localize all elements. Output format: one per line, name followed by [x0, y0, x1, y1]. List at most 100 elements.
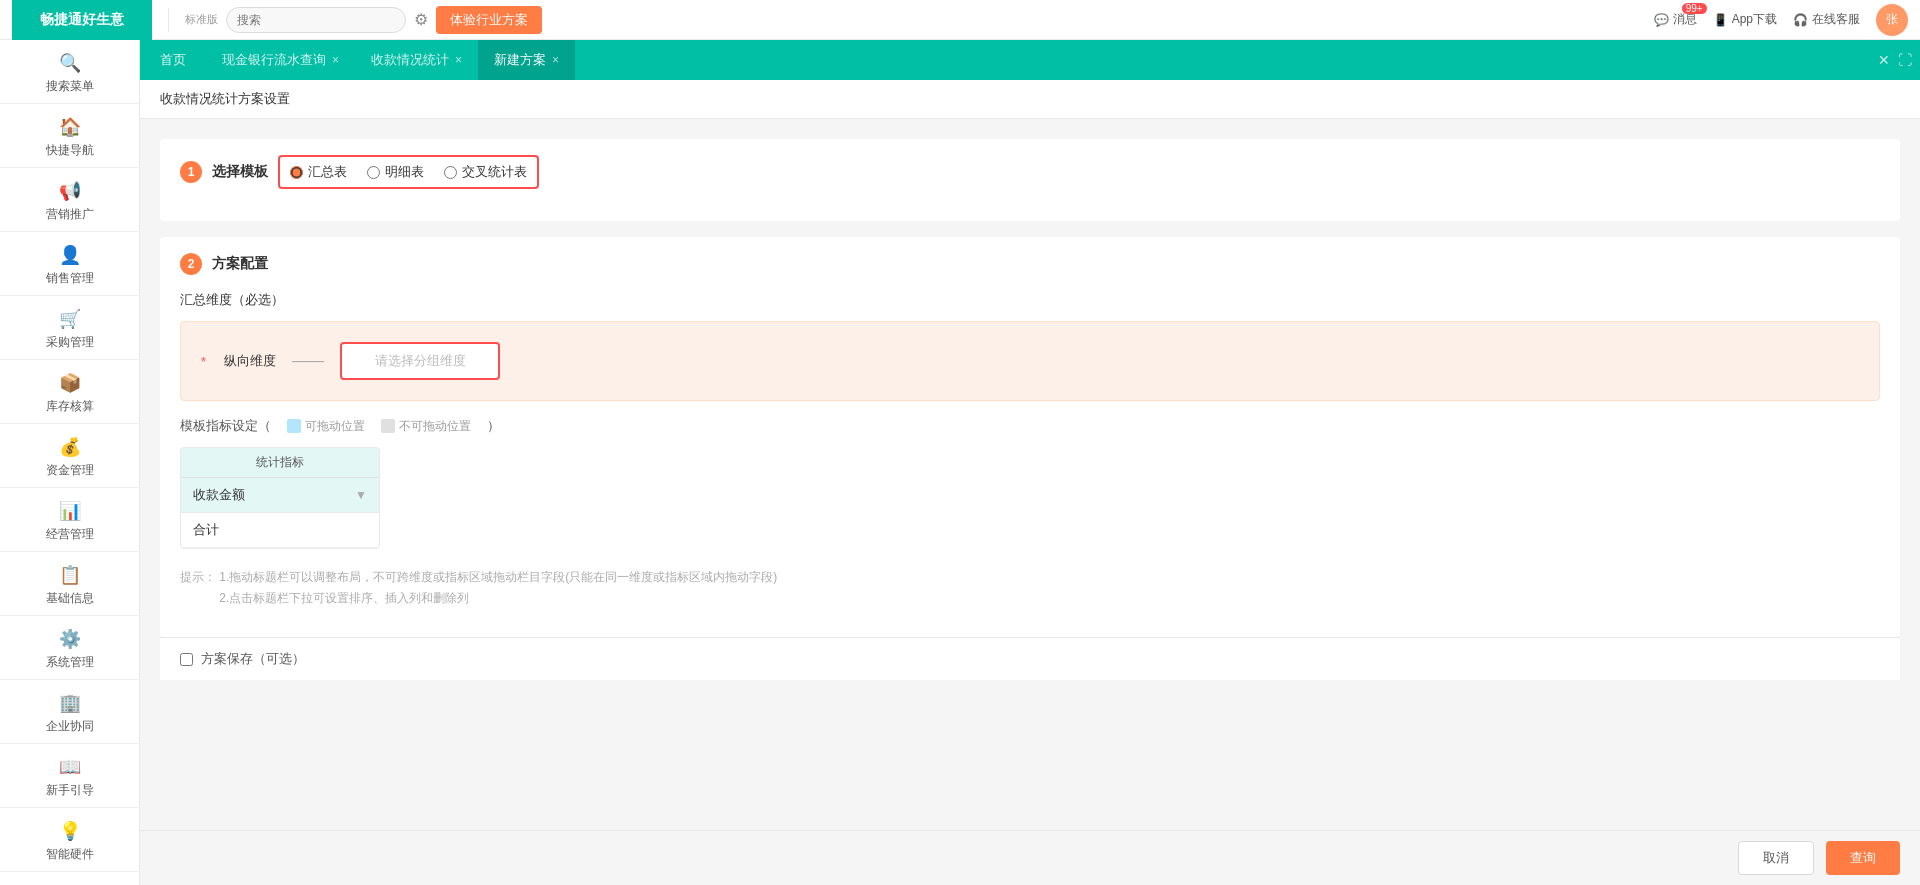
radio-detail[interactable]	[367, 166, 380, 179]
radio-cross[interactable]	[444, 166, 457, 179]
collab-icon: 🏢	[59, 692, 81, 714]
guide-icon: 📖	[59, 756, 81, 778]
dimension-select[interactable]: 请选择分组维度	[340, 342, 500, 380]
sidebar-item-inventory[interactable]: 📦 库存核算	[0, 360, 139, 424]
dimension-row: * 纵向维度 —— 请选择分组维度	[201, 342, 1859, 380]
bottom-action-bar: 取消 查询	[140, 830, 1920, 885]
tab-new-plan-close[interactable]: ×	[552, 54, 559, 66]
gear-icon[interactable]: ⚙	[414, 10, 428, 29]
tab-new-plan-label: 新建方案	[494, 51, 546, 69]
user-avatar[interactable]: 张	[1876, 4, 1908, 36]
purchase-icon: 🛒	[59, 308, 81, 330]
top-bar: 畅捷通好生意 标准版 ⚙ 体验行业方案 💬 消息 99+ 📱 App下载 🎧 在…	[0, 0, 1920, 40]
tab-new-plan[interactable]: 新建方案 ×	[478, 40, 575, 80]
tab-home[interactable]: 首页	[140, 40, 206, 80]
message-action[interactable]: 💬 消息 99+	[1654, 11, 1697, 28]
sales-icon: 👤	[59, 244, 81, 266]
draggable-label: 可拖动位置	[305, 418, 365, 435]
vertical-dimension-label: 纵向维度	[224, 352, 276, 370]
step2-title: 方案配置	[212, 255, 268, 273]
query-button[interactable]: 查询	[1826, 841, 1900, 875]
tab-maximize-icon[interactable]: ⛶	[1898, 52, 1912, 68]
option-cross[interactable]: 交叉统计表	[444, 163, 527, 181]
base-icon: 📋	[59, 564, 81, 586]
save-checkbox[interactable]	[180, 653, 193, 666]
management-icon: 📊	[59, 500, 81, 522]
step1-number: 1	[180, 161, 202, 183]
logo: 畅捷通好生意	[12, 0, 152, 40]
required-star: *	[201, 354, 206, 369]
sidebar-item-label: 销售管理	[46, 270, 94, 287]
metrics-col-label: 收款金额	[193, 486, 245, 504]
tab-receipts-close[interactable]: ×	[455, 54, 462, 66]
step2-section: 2 方案配置 汇总维度（必选） * 纵向维度 —— 请选择分组维度	[160, 237, 1900, 637]
metrics-col-header[interactable]: 收款金额 ▼	[181, 478, 379, 513]
metrics-table: 统计指标 收款金额 ▼ 合计	[180, 447, 380, 549]
dimension-title: 汇总维度（必选）	[180, 291, 1880, 309]
tab-close-window-icon[interactable]: ✕	[1878, 52, 1890, 68]
tip-1: 提示： 1.拖动标题栏可以调整布局，不可跨维度或指标区域拖动栏目字段(只能在同一…	[180, 569, 1880, 586]
page-title: 收款情况统计方案设置	[160, 91, 290, 106]
sidebar-item-base[interactable]: 📋 基础信息	[0, 552, 139, 616]
sidebar-item-guide[interactable]: 📖 新手引导	[0, 744, 139, 808]
radio-summary[interactable]	[290, 166, 303, 179]
non-draggable-color-indicator	[381, 419, 395, 433]
metrics-header: 模板指标设定（ 可拖动位置 不可拖动位置 ）	[180, 417, 1880, 435]
sidebar-item-sales[interactable]: 👤 销售管理	[0, 232, 139, 296]
message-icon: 💬	[1654, 13, 1669, 27]
service-action[interactable]: 🎧 在线客服	[1793, 11, 1860, 28]
sidebar-item-system[interactable]: ⚙️ 系统管理	[0, 616, 139, 680]
tab-cashflow[interactable]: 现金银行流水查询 ×	[206, 40, 355, 80]
sidebar-item-search[interactable]: 🔍 搜索菜单	[0, 40, 139, 104]
option-cross-label: 交叉统计表	[462, 163, 527, 181]
step2-header: 2 方案配置	[180, 253, 1880, 275]
non-draggable-legend: 不可拖动位置	[381, 418, 471, 435]
tab-bar: 首页 现金银行流水查询 × 收款情况统计 × 新建方案 × ✕ ⛶	[140, 40, 1920, 80]
search-input[interactable]	[226, 7, 406, 33]
metrics-group-header: 统计指标	[181, 448, 379, 478]
top-actions: 💬 消息 99+ 📱 App下载 🎧 在线客服 张	[1654, 4, 1908, 36]
tab-receipts-label: 收款情况统计	[371, 51, 449, 69]
sidebar-item-marketing[interactable]: 📢 营销推广	[0, 168, 139, 232]
sidebar-item-label: 企业协同	[46, 718, 94, 735]
edition-label: 标准版	[185, 12, 218, 27]
tab-home-label: 首页	[160, 51, 186, 69]
template-options: 汇总表 明细表 交叉统计表	[278, 155, 539, 189]
home-icon: 🏠	[59, 116, 81, 138]
step1-title: 选择模板	[212, 163, 268, 181]
sidebar-item-home[interactable]: 🏠 快捷导航	[0, 104, 139, 168]
arrow-icon: ——	[292, 352, 324, 370]
marketing-icon: 📢	[59, 180, 81, 202]
download-icon: 📱	[1713, 13, 1728, 27]
tab-cashflow-close[interactable]: ×	[332, 54, 339, 66]
sidebar-item-label: 库存核算	[46, 398, 94, 415]
option-summary-label: 汇总表	[308, 163, 347, 181]
step1-header: 1 选择模板 汇总表 明细表	[180, 155, 1880, 189]
industry-btn[interactable]: 体验行业方案	[436, 6, 542, 34]
tab-receipts[interactable]: 收款情况统计 ×	[355, 40, 478, 80]
step2-number: 2	[180, 253, 202, 275]
download-action[interactable]: 📱 App下载	[1713, 11, 1777, 28]
message-badge: 99+	[1682, 3, 1707, 14]
sidebar-item-label: 智能硬件	[46, 846, 94, 863]
sidebar-item-finance[interactable]: 💰 资金管理	[0, 424, 139, 488]
tab-cashflow-label: 现金银行流水查询	[222, 51, 326, 69]
cancel-button[interactable]: 取消	[1738, 841, 1814, 875]
sidebar-item-label: 搜索菜单	[46, 78, 94, 95]
form-content: 1 选择模板 汇总表 明细表	[140, 119, 1920, 830]
sidebar-item-management[interactable]: 📊 经营管理	[0, 488, 139, 552]
sidebar-item-purchase[interactable]: 🛒 采购管理	[0, 296, 139, 360]
non-draggable-label: 不可拖动位置	[399, 418, 471, 435]
sidebar-item-wechat[interactable]: 💬 企业微信	[0, 872, 139, 885]
option-detail[interactable]: 明细表	[367, 163, 424, 181]
step1-section: 1 选择模板 汇总表 明细表	[160, 139, 1900, 221]
logo-text: 畅捷通好生意	[40, 11, 124, 29]
sidebar-item-collab[interactable]: 🏢 企业协同	[0, 680, 139, 744]
option-summary[interactable]: 汇总表	[290, 163, 347, 181]
sidebar-item-hardware[interactable]: 💡 智能硬件	[0, 808, 139, 872]
content-area: 收款情况统计方案设置 1 选择模板 汇总表	[140, 80, 1920, 885]
inventory-icon: 📦	[59, 372, 81, 394]
sidebar-item-label: 采购管理	[46, 334, 94, 351]
sidebar-item-label: 新手引导	[46, 782, 94, 799]
sidebar-item-label: 经营管理	[46, 526, 94, 543]
